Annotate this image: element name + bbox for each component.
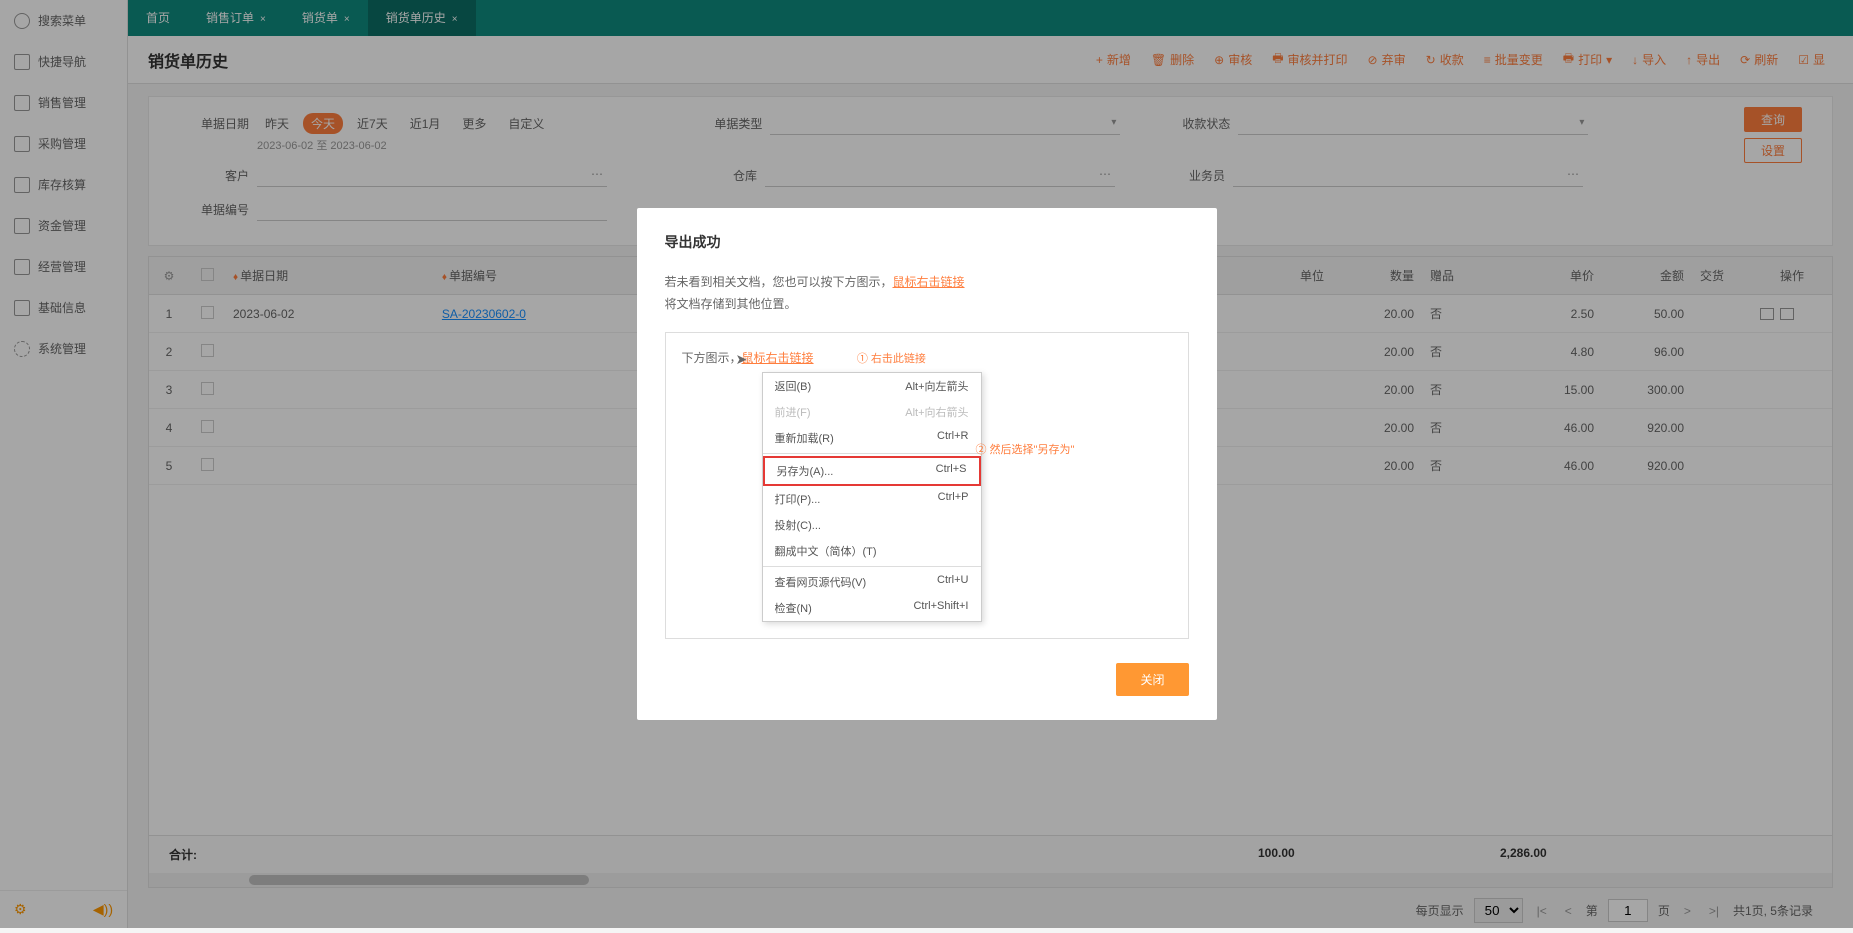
modal-text: 若未看到相关文档，您也可以按下方图示，鼠标右击链接 将文档存储到其他位置。 [665, 272, 1189, 315]
instruction-box: 下方图示，鼠标右击链接 ➤ ① 右击此链接 返回(B)Alt+向左箭头 前进(F… [665, 332, 1189, 639]
ctx-cast: 投射(C)... [763, 512, 981, 538]
export-success-modal: 导出成功 若未看到相关文档，您也可以按下方图示，鼠标右击链接 将文档存储到其他位… [637, 208, 1217, 719]
modal-text-b: 将文档存储到其他位置。 [665, 297, 797, 311]
modal-footer: 关闭 [665, 663, 1189, 696]
ctx-translate: 翻成中文（简体）(T) [763, 538, 981, 564]
ctx-inspect: 检查(N)Ctrl+Shift+I [763, 595, 981, 621]
context-menu: 返回(B)Alt+向左箭头 前进(F)Alt+向右箭头 重新加载(R)Ctrl+… [762, 372, 982, 622]
instr-prefix: 下方图示， [682, 351, 742, 365]
modal-title: 导出成功 [665, 232, 1189, 252]
right-click-link[interactable]: 鼠标右击链接 [893, 275, 965, 289]
annotation-1: ① 右击此链接 [857, 353, 926, 365]
ctx-viewsource: 查看网页源代码(V)Ctrl+U [763, 569, 981, 595]
ctx-saveas: 另存为(A)...Ctrl+S [763, 456, 981, 486]
ctx-print: 打印(P)...Ctrl+P [763, 486, 981, 512]
ctx-back: 返回(B)Alt+向左箭头 [763, 373, 981, 399]
modal-text-a: 若未看到相关文档，您也可以按下方图示， [665, 275, 893, 289]
modal-close-button[interactable]: 关闭 [1116, 663, 1188, 696]
annotation-2: ② 然后选择"另存为" [976, 441, 1075, 457]
instruction-line: 下方图示，鼠标右击链接 ➤ ① 右击此链接 [682, 349, 1172, 366]
cursor-icon: ➤ [736, 351, 748, 368]
ctx-forward: 前进(F)Alt+向右箭头 [763, 399, 981, 425]
ctx-separator [763, 453, 981, 454]
modal-backdrop: 导出成功 若未看到相关文档，您也可以按下方图示，鼠标右击链接 将文档存储到其他位… [0, 0, 1853, 928]
ctx-separator [763, 566, 981, 567]
instr-link: 鼠标右击链接 [742, 351, 814, 365]
ctx-reload: 重新加载(R)Ctrl+R [763, 425, 981, 451]
